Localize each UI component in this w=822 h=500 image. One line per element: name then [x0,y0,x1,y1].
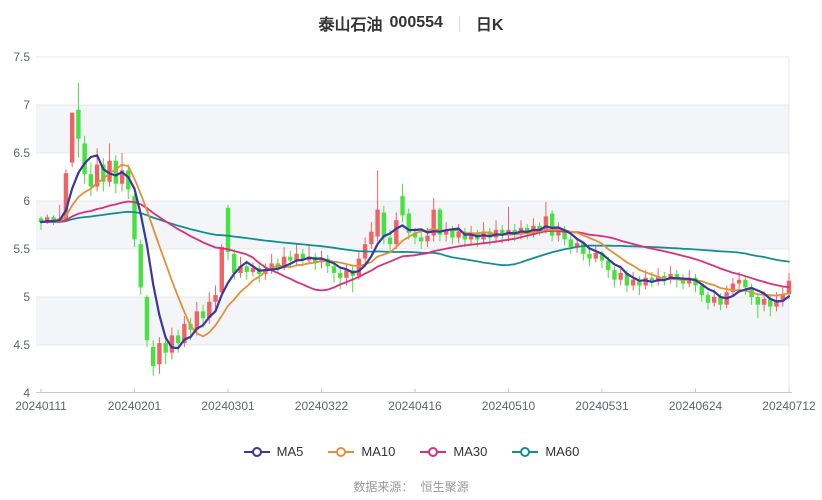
svg-text:5: 5 [23,290,30,304]
svg-text:20240201: 20240201 [108,399,162,413]
legend-marker-icon [243,446,270,457]
legend-marker-icon [512,446,539,457]
legend-label: MA60 [545,444,580,459]
kline-chart: 4 4.5 5 5.5 6 6.5 7 7.5 20240111 20240201 20240301… [13,50,816,413]
legend-label: MA30 [453,444,488,459]
y-axis-labels: 4 4.5 5 5.5 6 6.5 7 7.5 [13,50,30,400]
x-axis [36,388,792,393]
svg-text:4.5: 4.5 [13,338,30,352]
svg-text:20240111: 20240111 [15,399,67,413]
svg-text:20240712: 20240712 [762,399,816,413]
legend-item-ma30[interactable]: MA30 [419,444,487,459]
legend-item-ma5[interactable]: MA5 [243,444,304,459]
stock-chart-page: 泰山石油 000554 日K 4 4.5 5 5.5 6 6.5 7 7.5 20240111 2… [0,0,822,500]
svg-text:20240624: 20240624 [669,399,723,413]
legend-label: MA10 [361,444,396,459]
svg-text:20240510: 20240510 [482,399,536,413]
svg-text:20240322: 20240322 [295,399,349,413]
svg-text:6.5: 6.5 [13,146,30,160]
legend: MA5 MA10 MA30 MA60 [0,444,822,459]
svg-text:20240531: 20240531 [575,399,629,413]
data-source: 数据来源： 恒生聚源 [0,478,822,495]
svg-text:20240301: 20240301 [201,399,255,413]
legend-item-ma60[interactable]: MA60 [511,444,579,459]
svg-text:5.5: 5.5 [13,242,30,256]
data-source-value: 恒生聚源 [420,480,469,494]
legend-marker-icon [420,446,447,457]
svg-text:6: 6 [23,194,30,208]
svg-text:4: 4 [23,386,30,400]
legend-marker-icon [328,446,355,457]
svg-text:7: 7 [23,98,30,112]
legend-label: MA5 [276,444,304,459]
legend-item-ma10[interactable]: MA10 [327,444,395,459]
svg-text:7.5: 7.5 [13,50,30,64]
data-source-label: 数据来源： [353,480,414,494]
x-axis-labels: 20240111 20240201 20240301 20240322 20240416… [15,399,816,413]
svg-text:20240416: 20240416 [388,399,442,413]
